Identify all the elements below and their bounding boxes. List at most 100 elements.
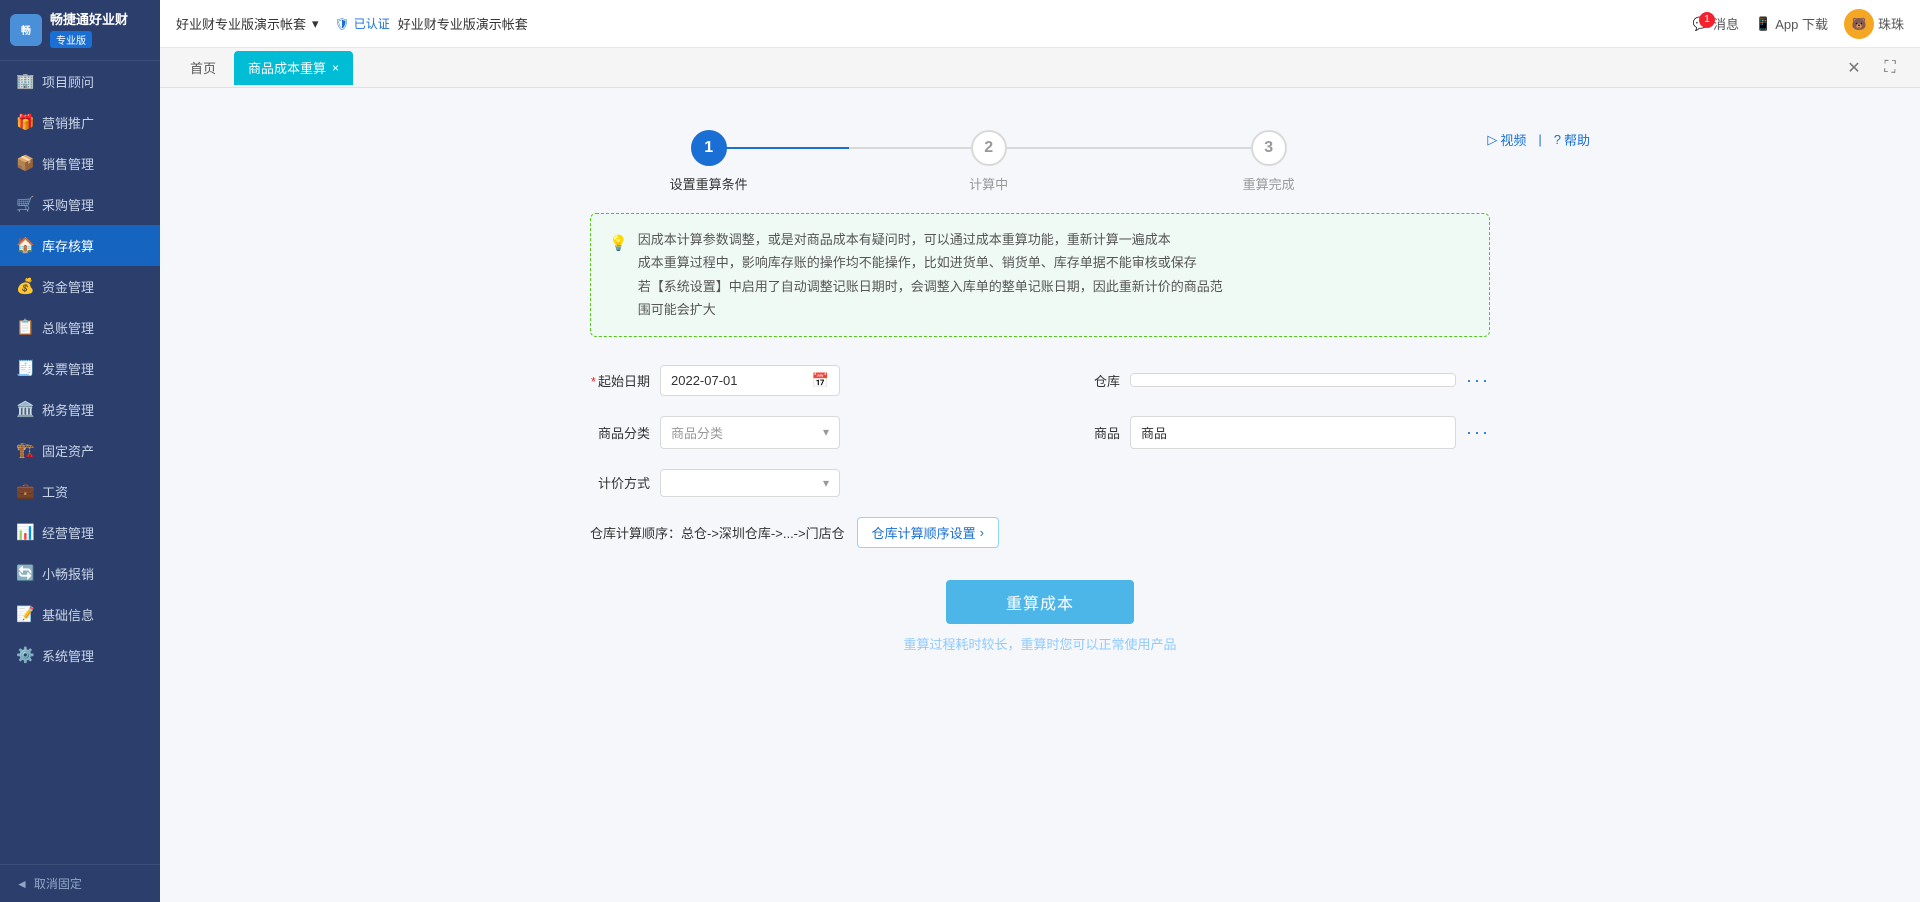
payroll-icon: 💼 xyxy=(16,482,34,500)
start-date-label: *起始日期 xyxy=(590,371,650,390)
form-row-3: 计价方式 ▾ xyxy=(590,469,1490,497)
sidebar-item-marketing[interactable]: 🎁营销推广 xyxy=(0,102,160,143)
step-3-label: 重算完成 xyxy=(1243,174,1295,193)
user-profile[interactable]: 🐻 珠珠 xyxy=(1844,9,1904,39)
sidebar-item-project[interactable]: 🏢项目顾问 xyxy=(0,61,160,102)
sidebar-item-label: 基础信息 xyxy=(42,605,94,624)
tab-home[interactable]: 首页 xyxy=(176,51,230,85)
price-method-chevron-icon: ▾ xyxy=(823,476,829,490)
info-line-3: 若【系统设置】中启用了自动调整记账日期时，会调整入库单的整单记账日期，因此重新计… xyxy=(638,275,1223,298)
sidebar-item-basic[interactable]: 📝 基础信息 xyxy=(0,594,160,635)
message-action[interactable]: 💬 1 消息 xyxy=(1693,14,1739,33)
info-line-4: 围可能会扩大 xyxy=(638,298,1223,321)
step-line-1-right xyxy=(709,147,849,149)
topbar: 好业财专业版演示帐套 ▾ 🛡 已认证 好业财专业版演示帐套 💬 1 消息 📱 A… xyxy=(160,0,1920,48)
sidebar-item-label: 总账管理 xyxy=(42,318,94,337)
category-placeholder: 商品分类 xyxy=(671,423,815,442)
warehouse-more-icon[interactable]: ··· xyxy=(1466,370,1490,391)
calendar-icon[interactable]: 📅 xyxy=(812,372,829,389)
sales-icon: 📦 xyxy=(16,154,34,172)
warehouse-order-label: 仓库计算顺序：总仓->深圳仓库->...->门店仓 xyxy=(590,523,845,542)
goods-group: 商品 商品 ··· xyxy=(1060,416,1490,449)
sidebar: 畅 畅捷通好业财 专业版 🏢项目顾问🎁营销推广📦销售管理🛒采购管理🏠库存核算💰资… xyxy=(0,0,160,902)
goods-more-icon[interactable]: ··· xyxy=(1466,422,1490,443)
message-label: 消息 xyxy=(1713,14,1739,33)
step-2-label: 计算中 xyxy=(969,174,1008,193)
user-name: 珠珠 xyxy=(1878,14,1904,33)
category-select[interactable]: 商品分类 ▾ xyxy=(660,416,840,449)
basic-icon: 📝 xyxy=(16,605,34,623)
sidebar-item-sales[interactable]: 📦 销售管理 xyxy=(0,143,160,184)
help-link[interactable]: ? 帮助 xyxy=(1554,130,1590,149)
video-link[interactable]: ▷ 视频 xyxy=(1487,130,1526,149)
maximize-button[interactable]: ⛶ xyxy=(1876,54,1904,82)
warehouse-order-settings-button[interactable]: 仓库计算顺序设置 › xyxy=(857,517,999,548)
tab-close-icon[interactable]: × xyxy=(332,62,339,74)
tabbar: 首页 商品成本重算 × ✕ ⛶ xyxy=(160,48,1920,88)
sidebar-item-payroll[interactable]: 💼 工资 xyxy=(0,471,160,512)
tax-icon: 🏛️ xyxy=(16,400,34,418)
warehouse-input[interactable] xyxy=(1130,373,1456,387)
form-area: *起始日期 2022-07-01 📅 仓库 ··· xyxy=(590,365,1490,653)
app-download-action[interactable]: 📱 App 下载 xyxy=(1755,14,1828,33)
accounting-icon: 📋 xyxy=(16,318,34,336)
sidebar-item-asset[interactable]: 🏗️固定资产 xyxy=(0,430,160,471)
app-download-label: App 下载 xyxy=(1775,14,1828,33)
price-method-select[interactable]: ▾ xyxy=(660,469,840,497)
recalculate-button[interactable]: 重算成本 xyxy=(946,580,1134,624)
info-line-2: 成本重算过程中，影响库存账的操作均不能操作，比如进货单、销货单、库存单据不能审核… xyxy=(638,251,1223,274)
sidebar-item-system[interactable]: ⚙️ 系统管理 xyxy=(0,635,160,676)
sidebar-item-label: 系统管理 xyxy=(42,646,94,665)
goods-input[interactable]: 商品 xyxy=(1130,416,1456,449)
sidebar-item-finance[interactable]: 💰资金管理 xyxy=(0,266,160,307)
notification-badge: 💬 1 xyxy=(1693,16,1709,32)
sidebar-item-inventory[interactable]: 🏠库存核算 xyxy=(0,225,160,266)
start-date-input[interactable]: 2022-07-01 📅 xyxy=(660,365,840,396)
marketing-icon: 🎁 xyxy=(16,113,34,131)
sidebar-item-tax[interactable]: 🏛️税务管理 xyxy=(0,389,160,430)
play-icon: ▷ xyxy=(1487,132,1497,148)
app-edition-badge: 专业版 xyxy=(50,31,92,48)
sidebar-item-label: 工资 xyxy=(42,482,68,501)
tab-recalculate-label: 商品成本重算 xyxy=(248,58,326,77)
account-selector[interactable]: 好业财专业版演示帐套 ▾ xyxy=(176,14,319,33)
sidebar-item-label: 销售管理 xyxy=(42,154,94,173)
topbar-right: 💬 1 消息 📱 App 下载 🐻 珠珠 xyxy=(1693,9,1904,39)
sidebar-item-accounting[interactable]: 📋 总账管理 xyxy=(0,307,160,348)
goods-label: 商品 xyxy=(1060,423,1120,442)
price-method-label: 计价方式 xyxy=(590,473,650,492)
notification-count: 1 xyxy=(1699,12,1715,28)
submit-hint: 重算过程耗时较长，重算时您可以正常使用产品 xyxy=(903,634,1176,653)
question-icon: ? xyxy=(1554,132,1561,147)
topbar-left: 好业财专业版演示帐套 ▾ 🛡 已认证 好业财专业版演示帐套 xyxy=(176,14,1681,33)
sidebar-nav: 🏢项目顾问🎁营销推广 📦 销售管理 🛒采购管理🏠库存核算💰资金管理 📋 总账管理 🧾发票管理… xyxy=(0,61,160,864)
warehouse-group: 仓库 ··· xyxy=(1060,370,1490,391)
submit-area: 重算成本 重算过程耗时较长，重算时您可以正常使用产品 xyxy=(590,580,1490,653)
lightbulb-icon: 💡 xyxy=(609,230,628,322)
step-1: 1 设置重算条件 xyxy=(569,130,849,193)
unpin-label: 取消固定 xyxy=(34,875,82,892)
sidebar-item-invoice[interactable]: 🧾发票管理 xyxy=(0,348,160,389)
warehouse-label: 仓库 xyxy=(1060,371,1120,390)
step-2-circle: 2 xyxy=(971,130,1007,166)
sidebar-footer-unpin[interactable]: ◄ 取消固定 xyxy=(0,864,160,902)
close-panel-button[interactable]: ✕ xyxy=(1840,54,1868,82)
account-name: 好业财专业版演示帐套 xyxy=(176,14,306,33)
inventory-icon: 🏠 xyxy=(16,236,34,254)
step-1-label: 设置重算条件 xyxy=(670,174,748,193)
step-2: 2 计算中 xyxy=(849,130,1129,193)
sidebar-item-purchase[interactable]: 🛒采购管理 xyxy=(0,184,160,225)
start-date-value: 2022-07-01 xyxy=(671,373,804,388)
sidebar-item-operation[interactable]: 📊经营管理 xyxy=(0,512,160,553)
system-icon: ⚙️ xyxy=(16,646,34,664)
shield-icon: 🛡 xyxy=(335,17,350,31)
chevron-right-icon: › xyxy=(980,525,984,540)
step-1-circle: 1 xyxy=(691,130,727,166)
mobile-icon: 📱 xyxy=(1755,16,1771,32)
unpin-icon: ◄ xyxy=(16,877,28,891)
sidebar-item-label: 资金管理 xyxy=(42,277,94,296)
operation-icon: 📊 xyxy=(16,523,34,541)
tab-recalculate[interactable]: 商品成本重算 × xyxy=(234,51,353,85)
sidebar-item-expense[interactable]: 🔄小畅报销 xyxy=(0,553,160,594)
invoice-icon: 🧾 xyxy=(16,359,34,377)
